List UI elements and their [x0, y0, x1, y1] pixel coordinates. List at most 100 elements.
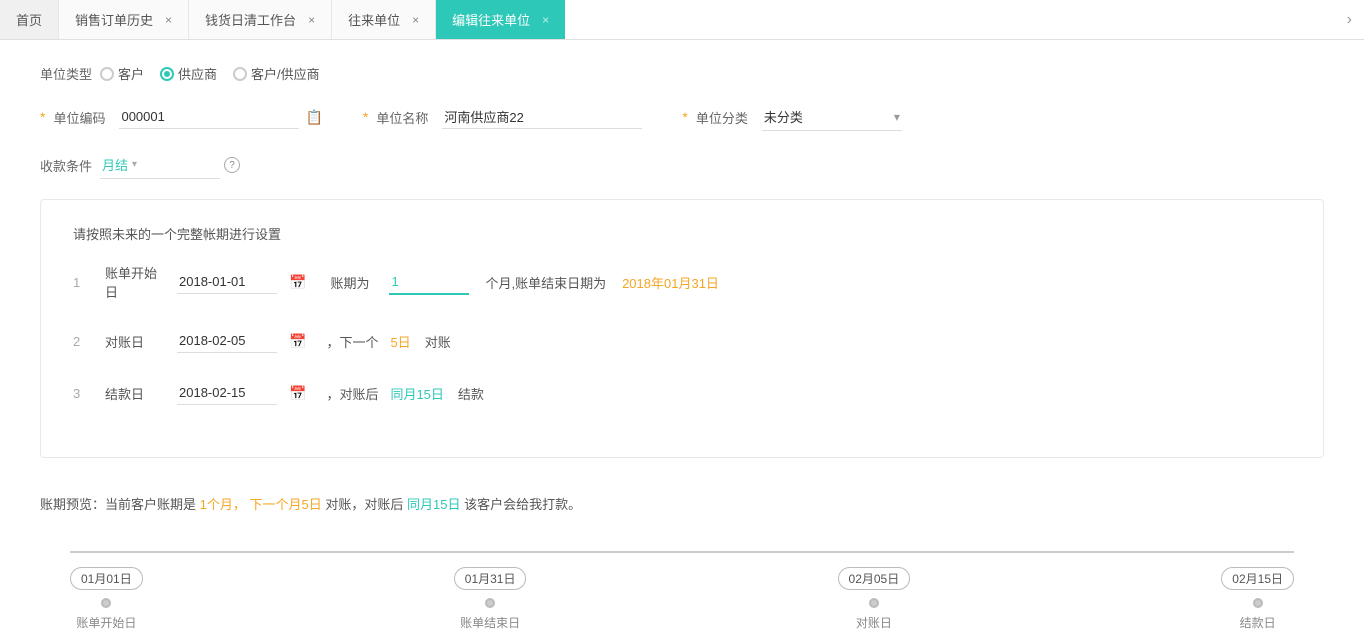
unit-type-radio-group: 客户 供应商 客户/供应商 — [100, 64, 320, 83]
unit-category-star: * — [682, 109, 687, 125]
unit-code-input[interactable] — [119, 105, 299, 129]
tab-cash-reconciliation-close[interactable]: × — [308, 13, 315, 27]
radio-supplier-label: 供应商 — [178, 64, 217, 83]
radio-customer-supplier[interactable]: 客户/供应商 — [233, 64, 320, 83]
timeline-badge-3: 02月05日 — [838, 567, 911, 590]
main-content: 单位类型 客户 供应商 客户/供应商 * 单位编码 📋 * 单位名称 — [0, 40, 1364, 631]
unit-category-label: 单位分类 — [696, 108, 748, 127]
start-date-calendar-icon[interactable]: 📅 — [289, 274, 306, 291]
radio-customer-label: 客户 — [118, 64, 144, 83]
payment-terms-help-icon[interactable]: ? — [224, 157, 240, 173]
setting-row-1: 1 账单开始日 📅 账期为 个月,账单结束日期为 2018年01月31日 — [73, 263, 1291, 301]
timeline-node-2: 01月31日 账单结束日 — [454, 567, 527, 631]
preview-part3: 同月15日 — [407, 497, 460, 512]
tab-cash-reconciliation-label: 钱货日清工作台 — [205, 10, 296, 29]
timeline-dot-4 — [1253, 598, 1263, 608]
tab-home[interactable]: 首页 — [0, 0, 59, 39]
row-num-1: 1 — [73, 275, 93, 290]
end-date-highlight: 2018年01月31日 — [622, 273, 719, 292]
tab-bar: 首页 销售订单历史 × 钱货日清工作台 × 往来单位 × 编辑往来单位 × › — [0, 0, 1364, 40]
radio-customer-supplier-circle — [233, 67, 247, 81]
row2-suffix-post: 对账 — [425, 332, 451, 351]
row3-suffix-post: 结款 — [458, 384, 484, 403]
timeline-line — [70, 551, 1294, 553]
tab-partner-units-close[interactable]: × — [412, 13, 419, 27]
unit-name-group: * 单位名称 — [363, 105, 642, 129]
unit-category-value: 未分类 — [764, 107, 890, 126]
unit-category-dropdown[interactable]: 未分类 ▾ — [762, 103, 902, 131]
timeline-label-2: 账单结束日 — [460, 614, 520, 631]
setting-row-2: 2 对账日 📅 ，下一个 5日 对账 — [73, 329, 1291, 353]
timeline: 01月01日 账单开始日 01月31日 账单结束日 02月05日 对账日 — [40, 537, 1324, 631]
timeline-label-4: 结款日 — [1240, 614, 1276, 631]
setting-row-3: 3 结款日 📅 ，对账后 同月15日 结款 — [73, 381, 1291, 405]
unit-category-chevron: ▾ — [894, 110, 900, 124]
unit-name-input[interactable] — [442, 105, 642, 129]
row-label-1: 账单开始日 — [105, 263, 165, 301]
payment-terms-dropdown[interactable]: 月结 ▾ — [100, 151, 220, 179]
unit-name-label: 单位名称 — [376, 108, 428, 127]
payment-terms-label: 收款条件 — [40, 156, 92, 175]
tab-edit-partner-close[interactable]: × — [542, 13, 549, 27]
unit-name-star: * — [363, 109, 368, 125]
unit-code-star: * — [40, 109, 45, 125]
timeline-dot-3 — [869, 598, 879, 608]
payment-terms-chevron: ▾ — [132, 159, 137, 170]
timeline-node-4: 02月15日 结款日 — [1221, 567, 1294, 631]
tab-sales-order-history[interactable]: 销售订单历史 × — [59, 0, 189, 39]
tab-partner-units-label: 往来单位 — [348, 10, 400, 29]
preview-section: 账期预览：当前客户账期是 1个月， 下一个月5日 对账，对账后 同月15日 该客… — [40, 478, 1324, 631]
unit-type-row: 单位类型 客户 供应商 客户/供应商 — [40, 64, 1324, 83]
reconcile-date-calendar-icon[interactable]: 📅 — [289, 333, 306, 350]
tab-more-button[interactable]: › — [1335, 0, 1364, 39]
row-num-3: 3 — [73, 386, 93, 401]
preview-part2: 下一个月5日 — [250, 497, 322, 512]
timeline-dot-2 — [485, 598, 495, 608]
payment-terms-row: 收款条件 月结 ▾ ? — [40, 151, 1324, 179]
timeline-badge-4: 02月15日 — [1221, 567, 1294, 590]
reconcile-date-input[interactable] — [177, 329, 277, 353]
row1-suffix-pre: 账期为 — [330, 273, 369, 292]
preview-suffix: 该客户会给我打款。 — [464, 497, 581, 512]
unit-code-copy-icon[interactable]: 📋 — [305, 109, 322, 126]
timeline-node-3: 02月05日 对账日 — [838, 567, 911, 631]
start-date-input[interactable] — [177, 270, 277, 294]
preview-part1: 1个月， — [200, 497, 246, 512]
preview-text: 账期预览：当前客户账期是 1个月， 下一个月5日 对账，对账后 同月15日 该客… — [40, 494, 1324, 513]
settings-panel: 请按照未来的一个完整帐期进行设置 1 账单开始日 📅 账期为 个月,账单结束日期… — [40, 199, 1324, 458]
timeline-dot-1 — [101, 598, 111, 608]
unit-code-group: * 单位编码 📋 — [40, 105, 323, 129]
preview-middle: 对账，对账后 — [325, 497, 403, 512]
timeline-badge-2: 01月31日 — [454, 567, 527, 590]
payment-date-input[interactable] — [177, 381, 277, 405]
tab-home-label: 首页 — [16, 10, 42, 29]
tab-edit-partner[interactable]: 编辑往来单位 × — [436, 0, 565, 39]
unit-code-label: 单位编码 — [53, 108, 105, 127]
timeline-label-3: 对账日 — [856, 614, 892, 631]
radio-supplier[interactable]: 供应商 — [160, 64, 217, 83]
row3-suffix-pre: ，对账后 — [326, 384, 378, 403]
tab-edit-partner-label: 编辑往来单位 — [452, 10, 530, 29]
period-value-input[interactable] — [389, 270, 469, 295]
timeline-badge-1: 01月01日 — [70, 567, 143, 590]
preview-prefix: 账期预览：当前客户账期是 — [40, 497, 196, 512]
row2-highlight: 5日 — [390, 332, 410, 351]
tab-sales-order-history-label: 销售订单历史 — [75, 10, 153, 29]
radio-customer-supplier-label: 客户/供应商 — [251, 64, 320, 83]
payment-date-calendar-icon[interactable]: 📅 — [289, 385, 306, 402]
radio-customer[interactable]: 客户 — [100, 64, 144, 83]
unit-fields-row: * 单位编码 📋 * 单位名称 * 单位分类 未分类 ▾ — [40, 103, 1324, 131]
timeline-node-1: 01月01日 账单开始日 — [70, 567, 143, 631]
panel-instruction: 请按照未来的一个完整帐期进行设置 — [73, 224, 1291, 243]
tab-cash-reconciliation[interactable]: 钱货日清工作台 × — [189, 0, 332, 39]
row-label-3: 结款日 — [105, 384, 165, 403]
row1-suffix-mid: 个月,账单结束日期为 — [485, 273, 606, 292]
tab-partner-units[interactable]: 往来单位 × — [332, 0, 436, 39]
timeline-label-1: 账单开始日 — [76, 614, 136, 631]
row2-suffix-pre: ，下一个 — [326, 332, 378, 351]
unit-type-label: 单位类型 — [40, 64, 92, 83]
tab-sales-order-history-close[interactable]: × — [165, 13, 172, 27]
radio-customer-circle — [100, 67, 114, 81]
row-label-2: 对账日 — [105, 332, 165, 351]
row-num-2: 2 — [73, 334, 93, 349]
